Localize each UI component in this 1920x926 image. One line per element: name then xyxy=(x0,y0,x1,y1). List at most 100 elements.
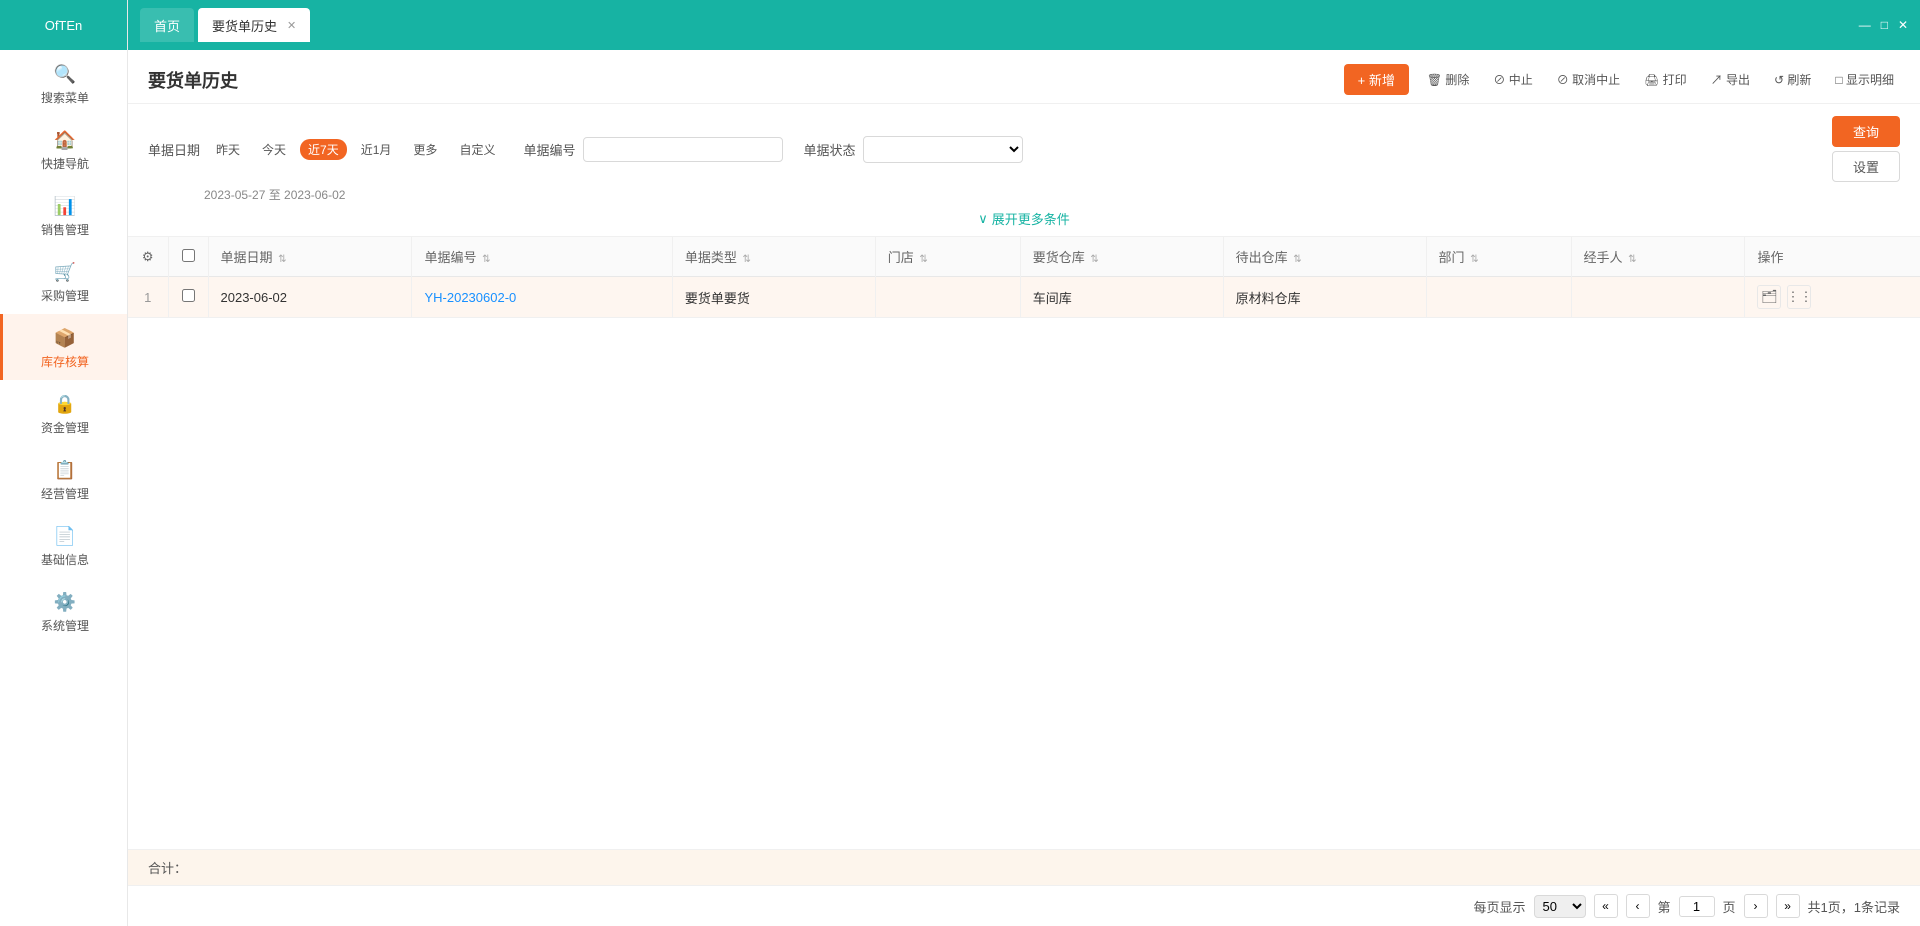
status-select[interactable] xyxy=(863,136,1023,163)
table-row: 1 2023-06-02 YH-20230602-0 要货单要货 车间库 原材料… xyxy=(128,277,1920,318)
sort-req-warehouse-icon[interactable]: ⇅ xyxy=(1090,254,1098,265)
tab-requisition-history-label: 要货单历史 xyxy=(212,16,277,35)
status-filter-group: 单据状态 xyxy=(803,136,1023,163)
expand-more-icon: ∨ xyxy=(978,211,988,227)
sidebar-item-system[interactable]: ⚙️ 系统管理 xyxy=(0,578,127,644)
purchase-icon: 🛒 xyxy=(54,262,76,283)
sidebar-item-operations[interactable]: 📋 经营管理 xyxy=(0,446,127,512)
total-info: 共1页，1条记录 xyxy=(1808,897,1900,916)
filter-actions: 查询 设置 xyxy=(1832,116,1900,182)
inventory-icon: 📦 xyxy=(54,328,76,349)
sidebar-item-sales[interactable]: 📊 销售管理 xyxy=(0,182,127,248)
chip-custom[interactable]: 自定义 xyxy=(451,139,503,160)
chip-last1month[interactable]: 近1月 xyxy=(353,139,400,160)
content-area: 要货单历史 + 新增 🗑 删除 ⊘ 中止 ⊘ 取消中止 🖨 打印 ↗ 导出 ↺ … xyxy=(128,50,1920,926)
sidebar-item-purchase[interactable]: 🛒 采购管理 xyxy=(0,248,127,314)
sidebar-item-label: 库存核算 xyxy=(41,353,89,370)
stop-button[interactable]: ⊘ 中止 xyxy=(1487,67,1538,92)
row-doc-no[interactable]: YH-20230602-0 xyxy=(412,277,672,318)
window-close-button[interactable]: ✕ xyxy=(1898,18,1908,32)
main-area: 首页 要货单历史 ✕ — □ ✕ 要货单历史 + 新增 🗑 删除 ⊘ 中止 ⊘ … xyxy=(128,0,1920,926)
row-num: 1 xyxy=(128,277,168,318)
sidebar-item-finance[interactable]: 🔒 资金管理 xyxy=(0,380,127,446)
page-title: 要货单历史 xyxy=(148,67,238,93)
export-button[interactable]: ↗ 导出 xyxy=(1705,67,1756,92)
row-req-warehouse: 车间库 xyxy=(1020,277,1223,318)
date-chips: 昨天 今天 近7天 近1月 更多 自定义 xyxy=(208,139,503,160)
col-department: 部门 ⇅ xyxy=(1426,237,1571,277)
sidebar-item-quick-nav[interactable]: 🏠 快捷导航 xyxy=(0,116,127,182)
row-edit-button[interactable]: ⋮⋮ xyxy=(1787,285,1811,309)
filter-row: 单据日期 昨天 今天 近7天 近1月 更多 自定义 单据编号 xyxy=(148,116,1900,182)
window-maximize-button[interactable]: □ xyxy=(1881,18,1888,32)
doc-no-label: 单据编号 xyxy=(523,140,575,159)
chip-yesterday[interactable]: 昨天 xyxy=(208,139,248,160)
sidebar-item-basic-info[interactable]: 📄 基础信息 xyxy=(0,512,127,578)
row-handler xyxy=(1571,277,1745,318)
delete-button[interactable]: 🗑 删除 xyxy=(1421,67,1476,92)
page-size-select[interactable]: 20 50 100 200 xyxy=(1534,895,1586,918)
col-doc-no: 单据编号 ⇅ xyxy=(412,237,672,277)
show-detail-button[interactable]: □ 显示明细 xyxy=(1829,67,1900,92)
doc-no-filter-group: 单据编号 xyxy=(523,137,783,162)
tab-close-icon[interactable]: ✕ xyxy=(287,19,296,32)
sales-icon: 📊 xyxy=(54,196,76,217)
chip-today[interactable]: 今天 xyxy=(254,139,294,160)
sidebar-item-label: 采购管理 xyxy=(41,287,89,304)
cancel-stop-button[interactable]: ⊘ 取消中止 xyxy=(1551,67,1626,92)
sort-pending-warehouse-icon[interactable]: ⇅ xyxy=(1293,254,1301,265)
col-settings[interactable]: ⚙ xyxy=(128,237,168,277)
sidebar-item-label: 销售管理 xyxy=(41,221,89,238)
row-date: 2023-06-02 xyxy=(208,277,412,318)
sidebar-item-label: 快捷导航 xyxy=(41,155,89,172)
doc-no-input[interactable] xyxy=(583,137,783,162)
col-checkbox xyxy=(168,237,208,277)
row-department xyxy=(1426,277,1571,318)
sort-store-icon[interactable]: ⇅ xyxy=(919,254,927,265)
table-area: ⚙ 单据日期 ⇅ 单据编号 ⇅ 单据类型 xyxy=(128,237,1920,849)
ops-cell: 🗂 ⋮⋮ xyxy=(1757,285,1908,309)
refresh-button[interactable]: ↺ 刷新 xyxy=(1768,67,1817,92)
home-icon: 🏠 xyxy=(54,130,76,151)
query-button[interactable]: 查询 xyxy=(1832,116,1900,147)
sidebar: OfTEn 🔍 搜索菜单 🏠 快捷导航 📊 销售管理 🛒 采购管理 📦 库存核算… xyxy=(0,0,128,926)
chip-last7days[interactable]: 近7天 xyxy=(300,139,347,160)
tab-requisition-history[interactable]: 要货单历史 ✕ xyxy=(198,8,310,42)
sidebar-item-label: 经营管理 xyxy=(41,485,89,502)
operations-icon: 📋 xyxy=(54,460,76,481)
new-button[interactable]: + 新增 xyxy=(1344,64,1409,95)
topbar: 首页 要货单历史 ✕ — □ ✕ xyxy=(128,0,1920,50)
sum-label: 合计： xyxy=(148,861,187,876)
toolbar: + 新增 🗑 删除 ⊘ 中止 ⊘ 取消中止 🖨 打印 ↗ 导出 ↺ 刷新 □ 显… xyxy=(1344,64,1900,95)
date-filter-label: 单据日期 xyxy=(148,140,200,159)
sidebar-item-label: 基础信息 xyxy=(41,551,89,568)
page-input[interactable] xyxy=(1679,896,1715,917)
chip-more[interactable]: 更多 xyxy=(405,139,445,160)
col-store: 门店 ⇅ xyxy=(875,237,1020,277)
sort-docno-icon[interactable]: ⇅ xyxy=(482,254,490,265)
sidebar-item-search-menu[interactable]: 🔍 搜索菜单 xyxy=(0,50,127,116)
sidebar-item-label: 系统管理 xyxy=(41,617,89,634)
prev-page-button[interactable]: ‹ xyxy=(1626,894,1650,918)
col-req-warehouse: 要货仓库 ⇅ xyxy=(1020,237,1223,277)
filter-settings-button[interactable]: 设置 xyxy=(1832,151,1900,182)
print-button[interactable]: 🖨 打印 xyxy=(1638,67,1693,92)
page-size-label: 每页显示 xyxy=(1473,897,1525,916)
row-view-button[interactable]: 🗂 xyxy=(1757,285,1781,309)
filter-area: 单据日期 昨天 今天 近7天 近1月 更多 自定义 单据编号 xyxy=(128,104,1920,237)
sidebar-item-label: 资金管理 xyxy=(41,419,89,436)
sidebar-item-inventory[interactable]: 📦 库存核算 xyxy=(0,314,127,380)
next-page-button[interactable]: › xyxy=(1744,894,1768,918)
select-all-checkbox[interactable] xyxy=(182,249,195,262)
tab-home[interactable]: 首页 xyxy=(140,8,194,42)
basic-info-icon: 📄 xyxy=(54,526,76,547)
window-minimize-button[interactable]: — xyxy=(1859,18,1871,32)
first-page-button[interactable]: « xyxy=(1594,894,1618,918)
row-checkbox[interactable] xyxy=(182,289,195,302)
sort-date-icon[interactable]: ⇅ xyxy=(278,254,286,265)
expand-more-button[interactable]: ∨ 展开更多条件 xyxy=(148,209,1900,228)
last-page-button[interactable]: » xyxy=(1776,894,1800,918)
sort-handler-icon[interactable]: ⇅ xyxy=(1628,254,1636,265)
sort-doctype-icon[interactable]: ⇅ xyxy=(742,254,750,265)
sort-department-icon[interactable]: ⇅ xyxy=(1470,254,1478,265)
